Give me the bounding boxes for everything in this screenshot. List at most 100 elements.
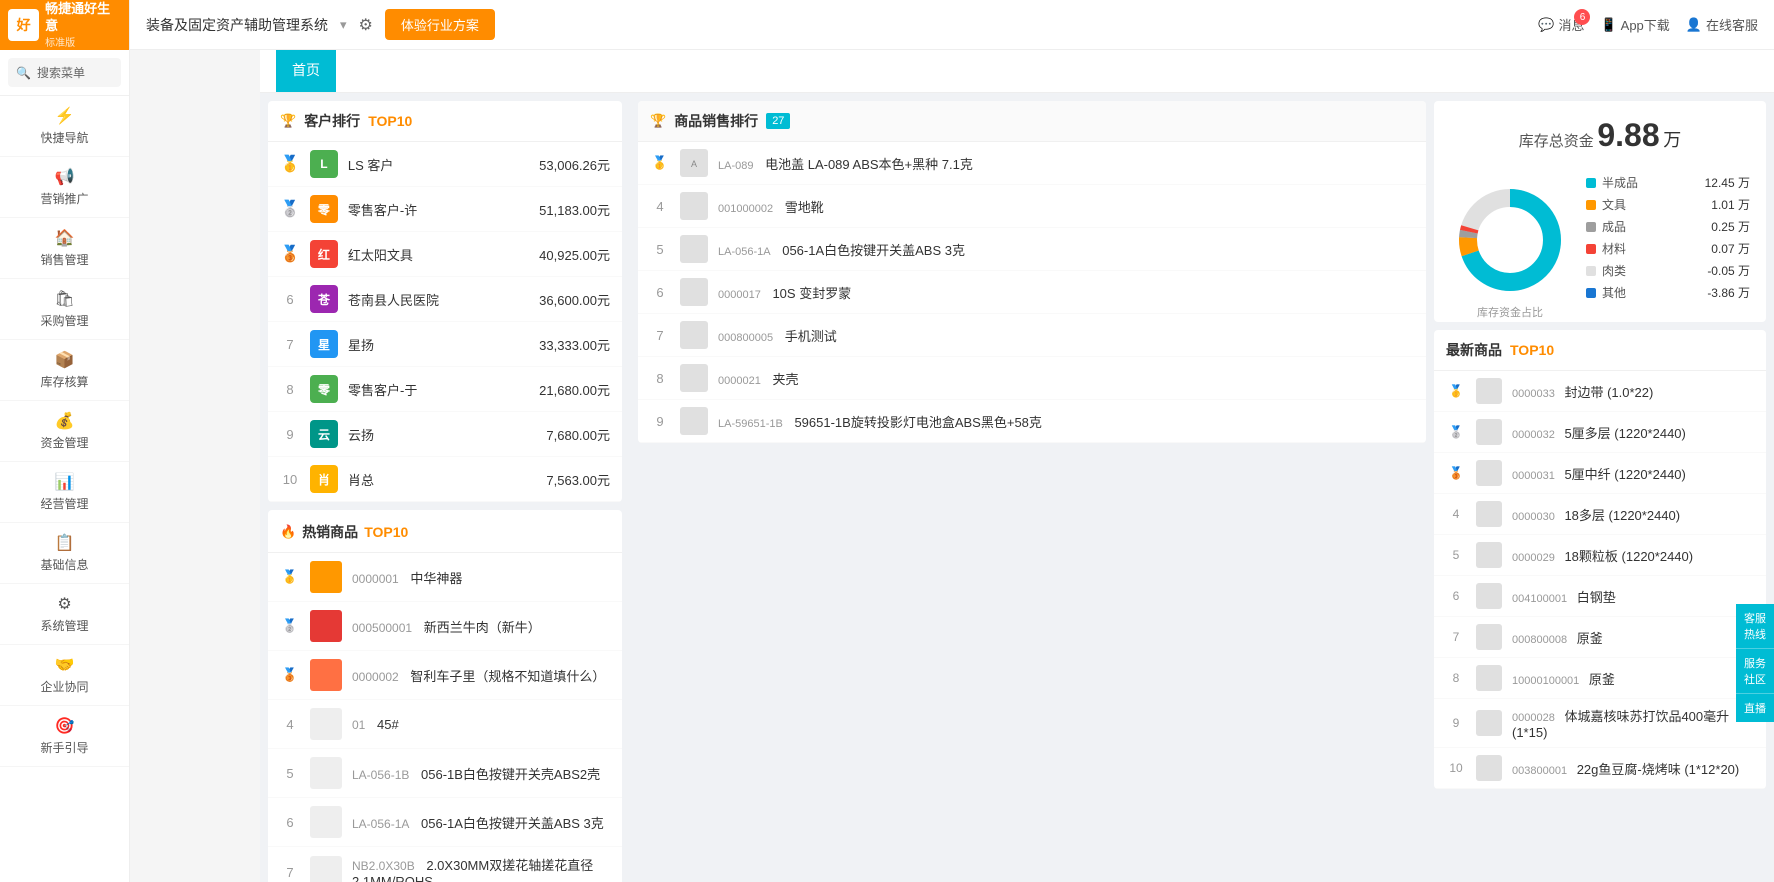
- hot-name-3: 智利车子里（规格不知道填什么）: [410, 669, 605, 684]
- sales-rank-2: 4: [650, 199, 670, 214]
- legend-val-1: 12.45 万: [1705, 174, 1750, 191]
- hot-item-1: 🥇 0000001 中华神器: [268, 553, 622, 602]
- fire-icon: 🔥: [280, 524, 296, 540]
- rank-item-3: 🥉 红 红太阳文具 40,925.00元: [268, 232, 622, 277]
- sales-rank-7: 9: [650, 414, 670, 429]
- sales-info-3: LA-056-1A 056-1A白色按键开关盖ABS 3克: [718, 240, 1414, 259]
- inventory-amount: 9.88: [1597, 117, 1659, 153]
- sales-item-3: 5 LA-056-1A 056-1A白色按键开关盖ABS 3克: [638, 228, 1426, 271]
- basic-icon: 📋: [55, 533, 75, 553]
- legend-dot-1: [1586, 178, 1596, 188]
- trial-button[interactable]: 体验行业方案: [385, 9, 495, 40]
- purchase-icon: 🛍: [54, 289, 74, 309]
- s-code-4: 0000017: [718, 289, 761, 301]
- legend-name-1: 半成品: [1602, 174, 1699, 191]
- sidebar-item-nav[interactable]: ⚡ 快捷导航: [0, 96, 129, 157]
- right-column: 库存总资金 9.88 万: [1434, 93, 1774, 882]
- rank-item-7: 9 云 云扬 7,680.00元: [268, 412, 622, 457]
- newest-item-2: 🥈 0000032 5厘多层 (1220*2440): [1434, 412, 1766, 453]
- sidebar-item-purchase[interactable]: 🛍 采购管理: [0, 279, 129, 340]
- inventory-card: 库存总资金 9.88 万: [1434, 101, 1766, 322]
- hot-img-2: [310, 610, 342, 642]
- newest-code-10: 003800001: [1512, 765, 1567, 777]
- hot-item-5: 5 LA-056-1B 056-1B白色按键开关壳ABS2壳: [268, 749, 622, 798]
- legend-val-2: 1.01 万: [1711, 196, 1750, 213]
- float-btn-service[interactable]: 客服热线: [1736, 604, 1774, 649]
- sales-info-2: 001000002 雪地靴: [718, 197, 1414, 216]
- donut-svg: [1450, 180, 1570, 300]
- hot-img-4: [310, 708, 342, 740]
- newest-info-9: 0000028 体城嘉核味苏打饮品400毫升 (1*15): [1512, 706, 1754, 740]
- hot-info-6: LA-056-1A 056-1A白色按键开关盖ABS 3克: [352, 813, 610, 832]
- newest-name-3: 5厘中纤 (1220*2440): [1564, 467, 1685, 482]
- newest-products-header: 最新商品 TOP10: [1434, 330, 1766, 371]
- rank-item-1: 🥇 L LS 客户 53,006.26元: [268, 142, 622, 187]
- dropdown-icon[interactable]: ▾: [340, 17, 347, 33]
- sidebar-item-cooperate[interactable]: 🤝 企业协同: [0, 645, 129, 706]
- online-service-btn[interactable]: 👤 在线客服: [1686, 15, 1758, 34]
- newest-info-10: 003800001 22g鱼豆腐-烧烤味 (1*12*20): [1512, 759, 1754, 778]
- newest-item-5: 5 0000029 18颗粒板 (1220*2440): [1434, 535, 1766, 576]
- newest-rank-7: 7: [1446, 630, 1466, 644]
- notification-btn[interactable]: 💬 消息 6: [1538, 15, 1584, 34]
- s-code-1: LA-089: [718, 160, 753, 172]
- rank-name-1: LS 客户: [348, 155, 529, 174]
- customer-ranking-card: 🏆 客户排行 TOP10 🥇 L LS 客户 53,006.26元 🥈 零 零售…: [268, 101, 622, 502]
- legend-item-2: 文具 1.01 万: [1586, 196, 1750, 213]
- sidebar-item-basic[interactable]: 📋 基础信息: [0, 523, 129, 584]
- rank-amount-7: 7,680.00元: [546, 425, 610, 444]
- sidebar-search-area[interactable]: 🔍 搜索菜单: [0, 50, 129, 96]
- sidebar-item-sales[interactable]: 🏠 销售管理: [0, 218, 129, 279]
- sidebar: 好 畅捷通好生意 标准版 🔍 搜索菜单 ⚡ 快捷导航 📢 营销推广 🏠 销售管理…: [0, 0, 130, 882]
- newest-code-8: 10000100001: [1512, 675, 1579, 687]
- stock-label: 库存核算: [40, 373, 88, 390]
- s-name-3: 056-1A白色按键开关盖ABS 3克: [782, 243, 965, 258]
- sidebar-item-stock[interactable]: 📦 库存核算: [0, 340, 129, 401]
- s-code-3: LA-056-1A: [718, 246, 771, 258]
- newest-info-5: 0000029 18颗粒板 (1220*2440): [1512, 546, 1754, 565]
- guide-label: 新手引导: [40, 739, 88, 756]
- sidebar-item-operation[interactable]: 📊 经营管理: [0, 462, 129, 523]
- legend-name-4: 材料: [1602, 240, 1705, 257]
- newest-code-2: 0000032: [1512, 429, 1555, 441]
- rank-item-5: 7 星 星扬 33,333.00元: [268, 322, 622, 367]
- rank-medal-3: 🥉: [280, 244, 300, 264]
- newest-item-6: 6 004100001 白钢垫: [1434, 576, 1766, 617]
- sales-ranking-card: 🏆 商品销售排行 27 🥇 A LA-089 电池盖 LA-089 ABS本色+…: [638, 101, 1426, 443]
- app-download-btn[interactable]: 📱 App下载: [1600, 15, 1669, 34]
- sidebar-item-marketing[interactable]: 📢 营销推广: [0, 157, 129, 218]
- sales-info-5: 000800005 手机测试: [718, 326, 1414, 345]
- content-area: 🏆 客户排行 TOP10 🥇 L LS 客户 53,006.26元 🥈 零 零售…: [260, 93, 1774, 882]
- sidebar-item-guide[interactable]: 🎯 新手引导: [0, 706, 129, 767]
- rank-avatar-2: 零: [310, 195, 338, 223]
- system-name[interactable]: 装备及固定资产辅助管理系统: [146, 15, 328, 35]
- sales-icon-7: [680, 407, 708, 435]
- sidebar-item-finance[interactable]: 💰 资金管理: [0, 401, 129, 462]
- float-btn-community[interactable]: 服务社区: [1736, 649, 1774, 694]
- hot-rank-2: 🥈: [280, 618, 300, 634]
- rank-name-4: 苍南县人民医院: [348, 290, 529, 309]
- sales-item-6: 8 0000021 夹壳: [638, 357, 1426, 400]
- float-btn-live[interactable]: 直播: [1736, 694, 1774, 722]
- main-area: 首页 🏆 客户排行 TOP10 🥇 L LS 客户 53,006.26元: [260, 50, 1774, 882]
- legend-item-3: 成品 0.25 万: [1586, 218, 1750, 235]
- rank-item-4: 6 苍 苍南县人民医院 36,600.00元: [268, 277, 622, 322]
- newest-icon-7: [1476, 624, 1502, 650]
- settings-icon[interactable]: ⚙: [359, 15, 373, 35]
- sales-icon-6: [680, 364, 708, 392]
- hot-rank-6: 6: [280, 815, 300, 830]
- notification-icon: 💬: [1538, 17, 1554, 33]
- sidebar-item-system[interactable]: ⚙ 系统管理: [0, 584, 129, 645]
- hot-rank-5: 5: [280, 766, 300, 781]
- search-menu-btn[interactable]: 🔍 搜索菜单: [8, 58, 121, 87]
- legend-list: 半成品 12.45 万 文具 1.01 万 成品 0.25 万: [1586, 174, 1750, 306]
- newest-rank-9: 9: [1446, 716, 1466, 730]
- newest-code-9: 0000028: [1512, 712, 1555, 724]
- hot-title: 热销商品: [302, 522, 358, 542]
- notification-badge: 6: [1574, 9, 1590, 25]
- marketing-icon: 📢: [55, 167, 75, 187]
- newest-name-6: 白钢垫: [1577, 590, 1616, 605]
- rank-num-4: 6: [280, 292, 300, 307]
- tab-home[interactable]: 首页: [276, 50, 336, 92]
- hot-name-2: 新西兰牛肉（新牛）: [424, 620, 541, 635]
